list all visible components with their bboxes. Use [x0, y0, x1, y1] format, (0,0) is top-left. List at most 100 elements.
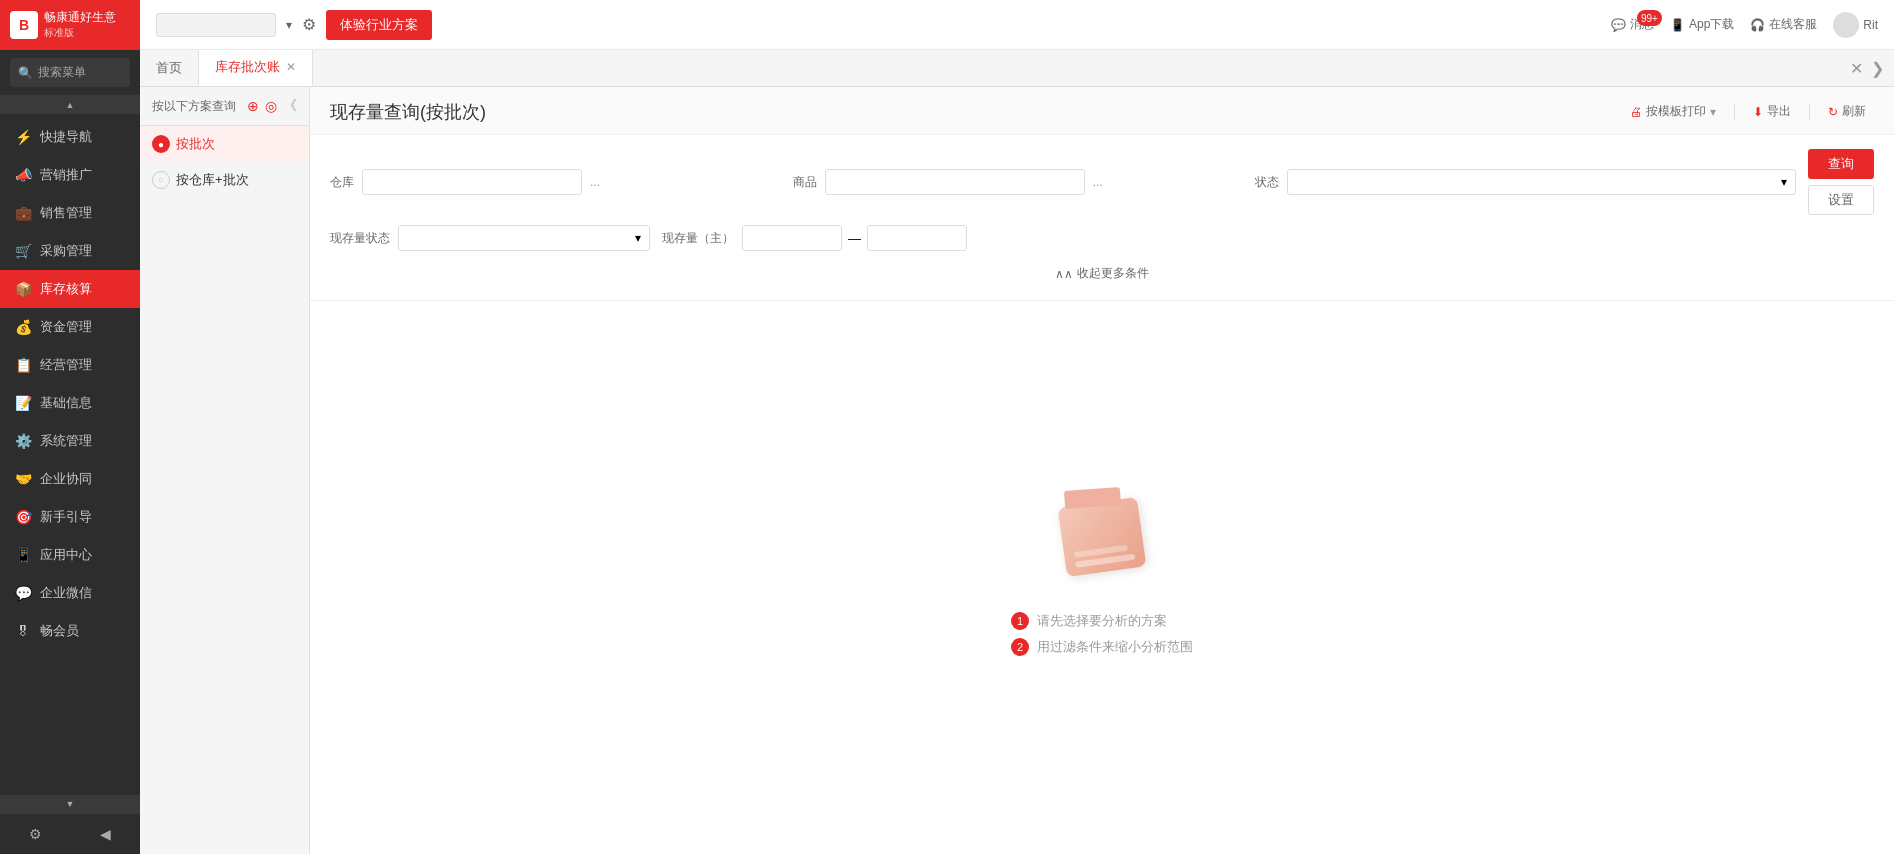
filter-row-2: 现存量状态 ▾ 现存量（主） — [330, 225, 1874, 251]
sidebar-item-marketing[interactable]: 📣 营销推广 [0, 156, 140, 194]
product-label: 商品 [793, 174, 817, 191]
sidebar-item-finance[interactable]: 💰 资金管理 [0, 308, 140, 346]
avatar [1833, 12, 1859, 38]
stock-status-select[interactable]: ▾ [398, 225, 650, 251]
action-buttons: 查询 设置 [1808, 149, 1874, 215]
by-batch-icon: ● [152, 135, 170, 153]
export-button[interactable]: ⬇ 导出 [1745, 99, 1799, 124]
tab-close-button[interactable]: ✕ [286, 60, 296, 74]
topbar-search-input[interactable] [156, 13, 276, 37]
topbar-gear-icon[interactable]: ⚙ [302, 15, 316, 34]
topbar-actions: 💬 消息 99+ 📱 App下载 🎧 在线客服 Rit [1611, 12, 1878, 38]
print-button[interactable]: 🖨 按模板打印 ▾ [1622, 99, 1724, 124]
hint-number-1: 1 [1011, 612, 1029, 630]
search-icon: 🔍 [18, 66, 33, 80]
sidebar-item-sales[interactable]: 💼 销售管理 [0, 194, 140, 232]
print-dropdown-icon[interactable]: ▾ [1710, 105, 1716, 119]
sidebar-item-inventory[interactable]: 📦 库存核算 [0, 270, 140, 308]
warehouse-input[interactable] [362, 169, 582, 195]
purchase-icon: 🛒 [14, 242, 32, 260]
hint-number-2: 2 [1011, 638, 1029, 656]
left-panel-header: 按以下方案查询 ⊕ ◎ 《 [140, 87, 309, 126]
close-panel-button[interactable]: ✕ [1850, 59, 1863, 78]
product-more-button[interactable]: ... [1093, 175, 1103, 189]
messages-badge: 99+ [1637, 10, 1662, 26]
stock-qty-label: 现存量（主） [662, 230, 734, 247]
empty-hint-1: 1 请先选择要分析的方案 [1011, 612, 1193, 630]
divider-2 [1809, 104, 1810, 120]
collapse-left-panel-button[interactable]: 《 [283, 97, 297, 115]
scroll-down-button[interactable]: ▼ [0, 797, 140, 811]
tab-close-area: ✕ ❯ [1850, 59, 1894, 78]
stock-qty-filter-group: 现存量（主） — [662, 225, 967, 251]
topbar-dropdown-icon[interactable]: ▾ [286, 18, 292, 32]
sidebar-nav: ⚡ 快捷导航 📣 营销推广 💼 销售管理 🛒 采购管理 📦 库存核算 💰 资金管… [0, 114, 140, 795]
messages-button[interactable]: 💬 消息 99+ [1611, 16, 1654, 33]
stock-qty-max-input[interactable] [867, 225, 967, 251]
tabbar: 首页 库存批次账 ✕ ✕ ❯ [140, 50, 1894, 87]
tab-home[interactable]: 首页 [140, 51, 199, 85]
left-panel-item-by-warehouse-batch[interactable]: ○ 按仓库+批次 [140, 162, 309, 198]
sidebar-item-enterprise[interactable]: 🤝 企业协同 [0, 460, 140, 498]
warehouse-label: 仓库 [330, 174, 354, 191]
product-input[interactable] [825, 169, 1085, 195]
stock-status-label: 现存量状态 [330, 230, 390, 247]
search-menu-button[interactable]: 🔍 搜索菜单 [10, 58, 130, 87]
sidebar-item-app-center[interactable]: 📱 应用中心 [0, 536, 140, 574]
sidebar-search-area: 🔍 搜索菜单 [0, 50, 140, 96]
page-title: 现存量查询(按批次) [330, 100, 486, 124]
sidebar-item-new-guide[interactable]: 🎯 新手引导 [0, 498, 140, 536]
status-select[interactable]: ▾ [1287, 169, 1796, 195]
sidebar-item-operations[interactable]: 📋 经营管理 [0, 346, 140, 384]
by-warehouse-batch-icon: ○ [152, 171, 170, 189]
collapse-row[interactable]: ∧∧ 收起更多条件 [330, 261, 1874, 286]
status-dropdown-icon: ▾ [1781, 175, 1787, 189]
message-icon: 💬 [1611, 18, 1626, 32]
empty-hint-text: 1 请先选择要分析的方案 2 用过滤条件来缩小分析范围 [1011, 612, 1193, 664]
sidebar-item-quick-nav[interactable]: ⚡ 快捷导航 [0, 118, 140, 156]
user-avatar-button[interactable]: Rit [1833, 12, 1878, 38]
page-header-actions: 🖨 按模板打印 ▾ ⬇ 导出 ↻ 刷新 [1622, 99, 1874, 124]
warehouse-filter-group: 仓库 ... [330, 169, 781, 195]
settings-footer-button[interactable]: ⚙ [25, 822, 46, 846]
topbar: ▾ ⚙ 体验行业方案 💬 消息 99+ 📱 App下载 🎧 在线客服 Rit [140, 0, 1894, 50]
enterprise-wechat-icon: 💬 [14, 584, 32, 602]
warehouse-more-button[interactable]: ... [590, 175, 600, 189]
tab-batch[interactable]: 库存批次账 ✕ [199, 50, 313, 86]
settings-button[interactable]: 设置 [1808, 185, 1874, 215]
scroll-up-area: ▲ [0, 96, 140, 114]
export-icon: ⬇ [1753, 105, 1763, 119]
username: Rit [1863, 18, 1878, 32]
page-header: 现存量查询(按批次) 🖨 按模板打印 ▾ ⬇ 导出 ↻ 刷 [310, 87, 1894, 135]
sidebar-item-basic-info[interactable]: 📝 基础信息 [0, 384, 140, 422]
quick-nav-icon: ⚡ [14, 128, 32, 146]
sidebar-item-system[interactable]: ⚙️ 系统管理 [0, 422, 140, 460]
refresh-icon: ↻ [1828, 105, 1838, 119]
status-filter-group: 状态 ▾ [1255, 169, 1796, 195]
left-panel-item-by-batch[interactable]: ● 按批次 [140, 126, 309, 162]
add-scheme-button[interactable]: ⊕ [247, 98, 259, 114]
collapse-sidebar-button[interactable]: ◀ [96, 822, 115, 846]
refresh-button[interactable]: ↻ 刷新 [1820, 99, 1874, 124]
settings-scheme-button[interactable]: ◎ [265, 98, 277, 114]
stock-status-dropdown-icon: ▾ [635, 231, 641, 245]
trial-button[interactable]: 体验行业方案 [326, 10, 432, 40]
online-service-button[interactable]: 🎧 在线客服 [1750, 16, 1817, 33]
stock-qty-min-input[interactable] [742, 225, 842, 251]
right-panel: 现存量查询(按批次) 🖨 按模板打印 ▾ ⬇ 导出 ↻ 刷 [310, 87, 1894, 854]
sidebar-item-purchase[interactable]: 🛒 采购管理 [0, 232, 140, 270]
app-download-button[interactable]: 📱 App下载 [1670, 16, 1734, 33]
system-icon: ⚙️ [14, 432, 32, 450]
query-button[interactable]: 查询 [1808, 149, 1874, 179]
sidebar-item-enterprise-wechat[interactable]: 💬 企业微信 [0, 574, 140, 612]
sidebar: B 畅康通好生意 标准版 🔍 搜索菜单 ▲ ⚡ 快捷导航 📣 营销推广 💼 销售… [0, 0, 140, 854]
scroll-up-button[interactable]: ▲ [0, 98, 140, 112]
divider-1 [1734, 104, 1735, 120]
stock-status-filter-group: 现存量状态 ▾ [330, 225, 650, 251]
left-panel: 按以下方案查询 ⊕ ◎ 《 ● 按批次 ○ 按仓库+批次 [140, 87, 310, 854]
sidebar-item-membership[interactable]: 🎖 畅会员 [0, 612, 140, 650]
operations-icon: 📋 [14, 356, 32, 374]
empty-illustration [1052, 492, 1152, 592]
expand-panel-button[interactable]: ❯ [1871, 59, 1884, 78]
app-logo: B [10, 11, 38, 39]
